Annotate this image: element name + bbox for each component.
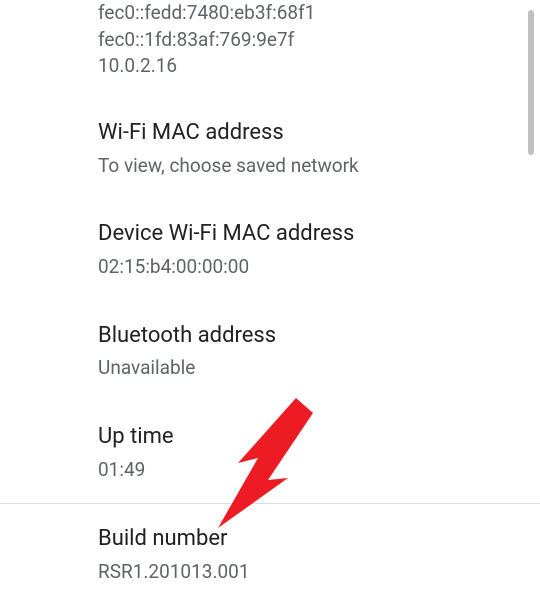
item-subtitle: 01:49 <box>98 457 520 484</box>
item-title: Wi-Fi MAC address <box>98 118 520 149</box>
item-title: Up time <box>98 422 520 453</box>
ip-address-section: fec0::fedd:7480:eb3f:68f1 fec0::1fd:83af… <box>98 0 520 88</box>
ip-line: fec0::1fd:83af:769:9e7f <box>98 27 520 54</box>
item-subtitle: Unavailable <box>98 355 520 382</box>
wifi-mac-address-item[interactable]: Wi-Fi MAC address To view, choose saved … <box>98 88 520 189</box>
device-wifi-mac-address-item[interactable]: Device Wi-Fi MAC address 02:15:b4:00:00:… <box>98 189 520 290</box>
item-subtitle: RSR1.201013.001 <box>98 559 520 586</box>
bluetooth-address-item[interactable]: Bluetooth address Unavailable <box>98 291 520 392</box>
scrollbar[interactable] <box>528 10 534 155</box>
item-title: Bluetooth address <box>98 321 520 352</box>
item-subtitle: To view, choose saved network <box>98 153 520 180</box>
ip-line: fec0::fedd:7480:eb3f:68f1 <box>98 0 520 27</box>
item-title: Device Wi-Fi MAC address <box>98 219 520 250</box>
ip-line: 10.0.2.16 <box>98 53 520 80</box>
build-number-item[interactable]: Build number RSR1.201013.001 <box>98 504 520 595</box>
divider <box>0 503 540 504</box>
up-time-item[interactable]: Up time 01:49 <box>98 392 520 493</box>
item-title: Build number <box>98 524 520 555</box>
item-subtitle: 02:15:b4:00:00:00 <box>98 254 520 281</box>
